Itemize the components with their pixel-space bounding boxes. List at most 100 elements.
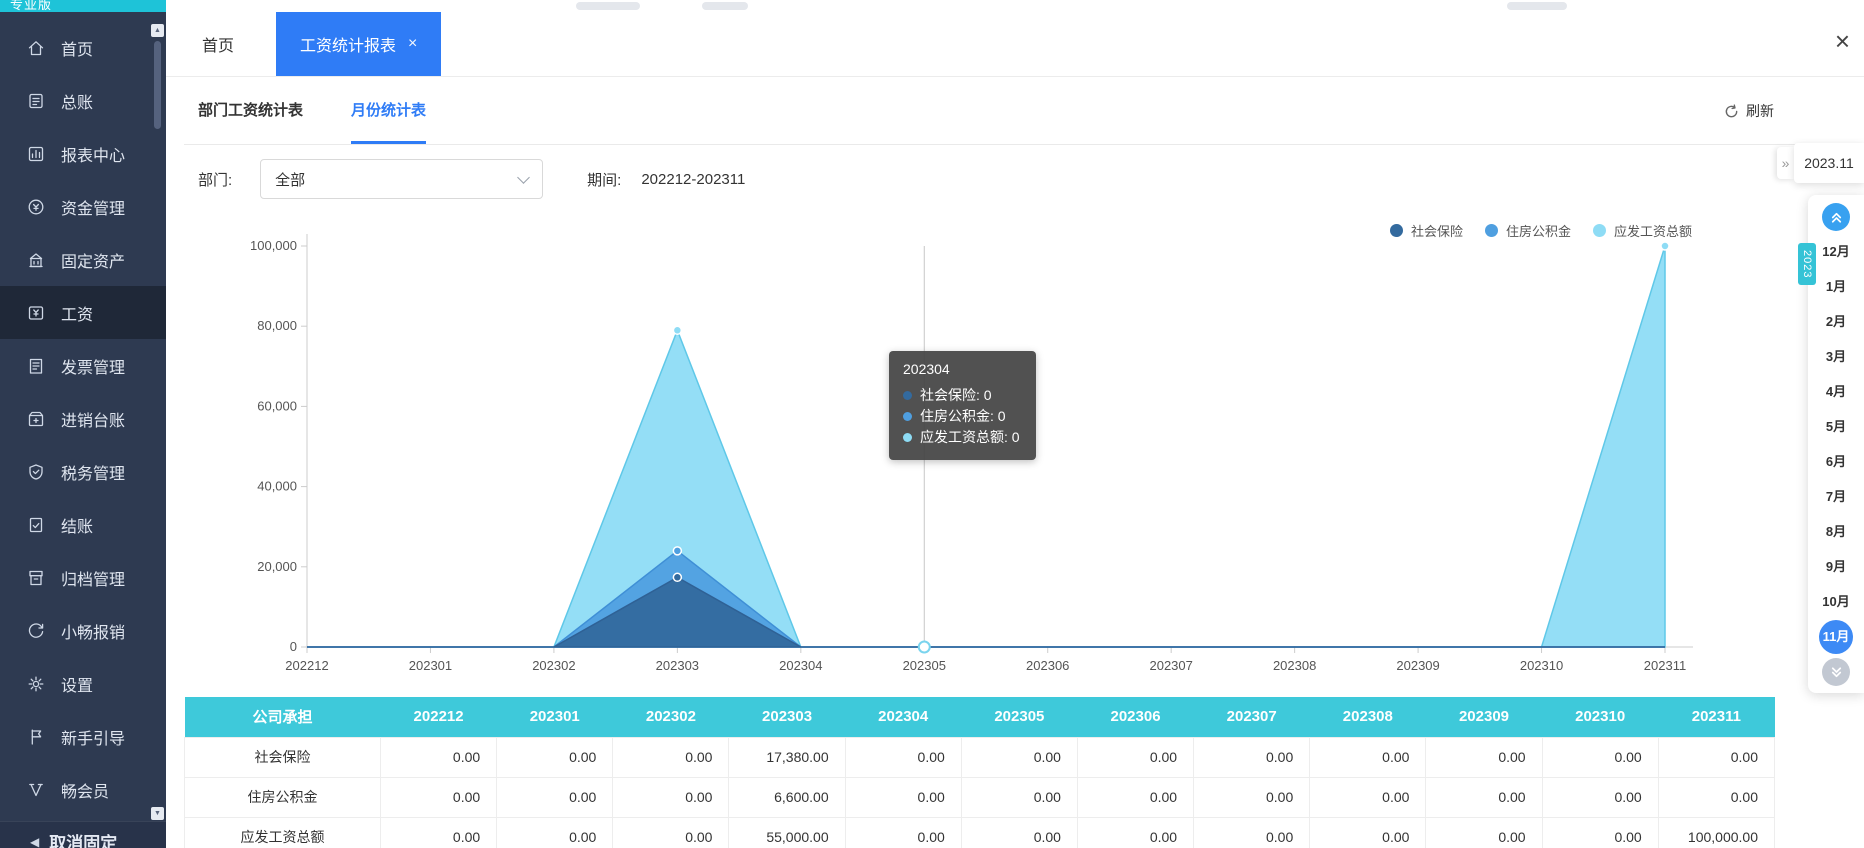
sidebar-item-label: 发票管理 — [61, 354, 125, 378]
table-header-cell: 公司承担 — [185, 697, 381, 737]
sidebar-scrollbar[interactable]: ▲ ▼ — [151, 24, 164, 820]
tab-bar: 首页 工资统计报表 × — [166, 12, 1864, 77]
sidebar-item-fund-management[interactable]: 资金管理 — [0, 180, 166, 233]
sidebar-item-xiaochang-reimburse[interactable]: 小畅报销 — [0, 604, 166, 657]
row-name: 应发工资总额 — [185, 817, 381, 848]
period-value: 202212-202311 — [641, 171, 745, 188]
row-name: 社会保险 — [185, 737, 381, 777]
month-item-6[interactable]: 6月 — [1819, 445, 1853, 479]
tax-icon — [26, 462, 46, 482]
department-label: 部门: — [198, 169, 232, 190]
table-row-social-insurance: 社会保险0.000.000.0017,380.000.000.000.000.0… — [185, 737, 1775, 777]
tooltip-row: 应发工资总额: 0 — [903, 427, 1020, 448]
table-header-cell: 202303 — [729, 697, 845, 737]
scrollbar-thumb[interactable] — [154, 41, 161, 129]
sidebar-item-home[interactable]: 首页 — [0, 21, 166, 74]
cell-value: 0.00 — [1426, 737, 1542, 777]
cell-value: 0.00 — [1542, 737, 1658, 777]
sidebar-item-closing[interactable]: 结账 — [0, 498, 166, 551]
table-row-housing-fund: 住房公积金0.000.000.006,600.000.000.000.000.0… — [185, 777, 1775, 817]
sidebar-item-beginner-guide[interactable]: 新手引导 — [0, 710, 166, 763]
month-item-11[interactable]: 11月 — [1819, 620, 1853, 654]
svg-text:100,000: 100,000 — [250, 238, 297, 253]
salary-stat-table: 公司承担202212202301202302202303202304202305… — [184, 697, 1775, 848]
cell-value: 0.00 — [497, 777, 613, 817]
tooltip-title: 202304 — [903, 361, 1020, 377]
reimburse-icon — [26, 621, 46, 641]
cell-value: 0.00 — [613, 817, 729, 848]
svg-text:60,000: 60,000 — [257, 398, 297, 413]
month-item-1[interactable]: 1月 — [1819, 270, 1853, 304]
legend-item[interactable]: 应发工资总额 — [1593, 221, 1692, 240]
month-list: 2023 12月1月2月3月4月5月6月7月8月9月10月11月 — [1808, 195, 1864, 693]
legend-item[interactable]: 社会保险 — [1390, 221, 1463, 240]
sidebar-item-archive-management[interactable]: 归档管理 — [0, 551, 166, 604]
refresh-button[interactable]: 刷新 — [1724, 77, 1774, 145]
scroll-months-up-button[interactable] — [1822, 203, 1850, 231]
scrollbar-down-icon[interactable]: ▼ — [151, 807, 164, 820]
month-item-12[interactable]: 12月 — [1819, 235, 1853, 269]
tooltip-series-dot — [903, 433, 912, 442]
svg-text:202310: 202310 — [1520, 658, 1563, 673]
subtab-dept-salary-table[interactable]: 部门工资统计表 — [198, 77, 303, 144]
svg-text:40,000: 40,000 — [257, 479, 297, 494]
row-name: 住房公积金 — [185, 777, 381, 817]
cell-value: 55,000.00 — [729, 817, 845, 848]
collapse-handle-icon[interactable]: » — [1777, 147, 1794, 179]
cell-value: 0.00 — [845, 777, 961, 817]
month-item-7[interactable]: 7月 — [1819, 480, 1853, 514]
ledger-icon — [26, 91, 46, 111]
month-item-8[interactable]: 8月 — [1819, 515, 1853, 549]
tab-home[interactable]: 首页 — [202, 32, 234, 56]
sidebar: 专业版 首页总账报表中心资金管理固定资产工资发票管理进销台账税务管理结账归档管理… — [0, 0, 166, 848]
top-strip — [166, 0, 1864, 12]
cell-value: 0.00 — [1194, 817, 1310, 848]
sidebar-item-label: 资金管理 — [61, 195, 125, 219]
sidebar-item-report-center[interactable]: 报表中心 — [0, 127, 166, 180]
cell-value: 17,380.00 — [729, 737, 845, 777]
month-item-5[interactable]: 5月 — [1819, 410, 1853, 444]
month-item-2[interactable]: 2月 — [1819, 305, 1853, 339]
table-header-cell: 202306 — [1077, 697, 1193, 737]
closing-icon — [26, 515, 46, 535]
sidebar-item-salary[interactable]: 工资 — [0, 286, 166, 339]
month-item-9[interactable]: 9月 — [1819, 550, 1853, 584]
sidebar-item-label: 税务管理 — [61, 460, 125, 484]
scrollbar-up-icon[interactable]: ▲ — [151, 24, 164, 37]
sidebar-item-invoice-management[interactable]: 发票管理 — [0, 339, 166, 392]
legend-item[interactable]: 住房公积金 — [1485, 221, 1571, 240]
subtab-month-stat-table[interactable]: 月份统计表 — [351, 77, 426, 144]
cell-value: 0.00 — [1194, 737, 1310, 777]
tab-label: 工资统计报表 — [300, 32, 396, 56]
tooltip-series-dot — [903, 391, 912, 400]
svg-text:20,000: 20,000 — [257, 559, 297, 574]
sidebar-item-chang-member[interactable]: 畅会员 — [0, 763, 166, 816]
sidebar-item-purchase-sales-ledger[interactable]: 进销台账 — [0, 392, 166, 445]
cell-value: 0.00 — [381, 737, 497, 777]
salary-chart[interactable]: 100,00080,00060,00040,00020,000020221220… — [184, 211, 1804, 681]
table-header-cell: 202212 — [381, 697, 497, 737]
subtab-row: 部门工资统计表月份统计表 刷新 — [184, 77, 1864, 145]
month-item-3[interactable]: 3月 — [1819, 340, 1853, 374]
department-select[interactable]: 全部 — [260, 159, 543, 199]
current-period-button[interactable]: 2023.11 — [1794, 143, 1864, 183]
sidebar-item-label: 新手引导 — [61, 725, 125, 749]
svg-text:202301: 202301 — [409, 658, 452, 673]
sidebar-item-general-ledger[interactable]: 总账 — [0, 74, 166, 127]
close-panel-icon[interactable]: × — [1835, 28, 1850, 54]
month-item-10[interactable]: 10月 — [1819, 585, 1853, 619]
unpin-sidebar-button[interactable]: ◀ 取消固定 — [0, 821, 166, 848]
settings-icon — [26, 674, 46, 694]
scroll-months-down-button[interactable] — [1822, 658, 1850, 686]
sidebar-item-tax-management[interactable]: 税务管理 — [0, 445, 166, 498]
table-body: 社会保险0.000.000.0017,380.000.000.000.000.0… — [185, 737, 1775, 848]
tooltip-row: 社会保险: 0 — [903, 385, 1020, 406]
year-badge: 2023 — [1798, 243, 1816, 285]
tab-salary-report[interactable]: 工资统计报表 × — [276, 12, 441, 76]
sidebar-item-fixed-assets[interactable]: 固定资产 — [0, 233, 166, 286]
legend-dot — [1390, 224, 1403, 237]
sidebar-item-settings[interactable]: 设置 — [0, 657, 166, 710]
month-item-4[interactable]: 4月 — [1819, 375, 1853, 409]
table-header-row: 公司承担202212202301202302202303202304202305… — [185, 697, 1775, 737]
tab-close-icon[interactable]: × — [408, 35, 417, 53]
